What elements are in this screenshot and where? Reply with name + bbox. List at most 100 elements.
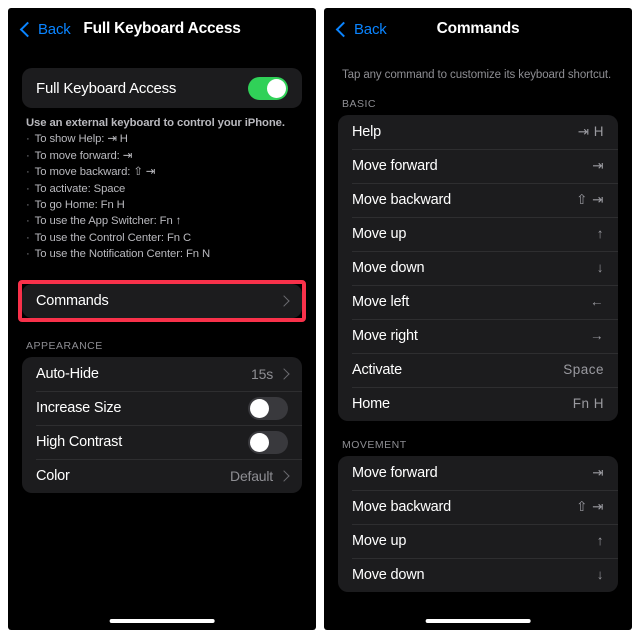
back-button-label: Back <box>38 20 71 38</box>
commands-card: Commands <box>22 284 302 319</box>
command-label: Move backward <box>352 191 451 208</box>
row-high-contrast[interactable]: High Contrast <box>22 425 302 459</box>
command-row-home[interactable]: Home Fn H <box>338 386 618 421</box>
command-row-move-backward[interactable]: Move backward ⇧ ⇥ <box>338 489 618 524</box>
back-button[interactable]: Back <box>19 20 71 38</box>
command-shortcut: ⇧ ⇥ <box>576 191 604 207</box>
instruction-text: To activate: Space <box>34 182 126 195</box>
bullet-icon: · <box>26 215 30 228</box>
command-row-move-down[interactable]: Move down ↓ <box>338 250 618 285</box>
commands-row-highlight: Commands <box>18 280 306 323</box>
command-label: Move left <box>352 293 410 310</box>
commands-hint-text: Tap any command to customize its keyboar… <box>342 69 612 81</box>
section-header-appearance: APPEARANCE <box>26 340 103 353</box>
command-label: Move down <box>352 259 425 276</box>
instruction-text: To show Help: ⇥ H <box>34 133 128 146</box>
bullet-icon: · <box>26 149 30 162</box>
command-shortcut: ↓ <box>596 567 604 583</box>
toggle-knob <box>250 398 269 418</box>
instruction-item: · To use the Control Center: Fn C <box>26 230 298 246</box>
command-label: Activate <box>352 361 402 378</box>
toggle-knob <box>267 78 286 98</box>
section-header-basic: BASIC <box>342 97 377 110</box>
command-label: Move forward <box>352 464 438 481</box>
command-shortcut: ← <box>590 294 604 310</box>
row-accessory: Default <box>230 468 290 484</box>
command-row-move-down[interactable]: Move down ↓ <box>338 557 618 592</box>
right-screen-content: Tap any command to customize its keyboar… <box>324 50 632 630</box>
row-label: High Contrast <box>36 434 123 451</box>
command-shortcut: ⇥ <box>592 464 604 480</box>
full-keyboard-access-toggle[interactable] <box>248 76 288 100</box>
command-shortcut: ↑ <box>596 533 604 549</box>
command-label: Move up <box>352 225 407 242</box>
instruction-item: · To move backward: ⇧ ⇥ <box>26 164 298 180</box>
row-color[interactable]: Color Default <box>22 459 302 493</box>
back-button-label: Back <box>354 20 387 38</box>
command-row-move-forward[interactable]: Move forward ⇥ <box>338 456 618 490</box>
section-header-movement: MOVEMENT <box>342 438 407 451</box>
command-row-activate[interactable]: Activate Space <box>338 352 618 387</box>
command-row-move-left[interactable]: Move left ← <box>338 284 618 319</box>
command-row-move-backward[interactable]: Move backward ⇧ ⇥ <box>338 182 618 217</box>
full-keyboard-access-card: Full Keyboard Access <box>22 68 302 108</box>
command-row-help[interactable]: Help ⇥ H <box>338 115 618 149</box>
row-label: Color <box>36 468 70 485</box>
left-nav-bar: Back Full Keyboard Access <box>8 8 316 50</box>
bullet-icon: · <box>26 198 30 211</box>
row-auto-hide[interactable]: Auto-Hide 15s <box>22 357 302 391</box>
command-row-move-right[interactable]: Move right → <box>338 318 618 353</box>
home-indicator <box>109 618 215 623</box>
right-nav-bar: Back Commands <box>324 8 632 50</box>
instruction-text: To move backward: ⇧ ⇥ <box>34 166 156 179</box>
instruction-item: · To go Home: Fn H <box>26 197 298 213</box>
chevron-right-icon <box>278 470 290 483</box>
row-label: Increase Size <box>36 400 122 417</box>
bullet-icon: · <box>26 166 30 179</box>
row-value: 15s <box>251 366 273 383</box>
row-label: Full Keyboard Access <box>36 79 177 97</box>
bullet-icon: · <box>26 182 30 195</box>
instruction-item: · To show Help: ⇥ H <box>26 131 298 147</box>
command-row-move-up[interactable]: Move up ↑ <box>338 216 618 251</box>
instruction-item: · To use the Notification Center: Fn N <box>26 246 298 262</box>
row-accessory: 15s <box>251 366 290 383</box>
command-label: Home <box>352 395 390 412</box>
command-row-move-up[interactable]: Move up ↑ <box>338 523 618 558</box>
home-indicator <box>425 618 531 623</box>
instruction-text: To move forward: ⇥ <box>34 149 133 162</box>
command-shortcut: → <box>590 328 604 344</box>
row-commands[interactable]: Commands <box>22 284 302 318</box>
command-shortcut: ↑ <box>596 226 604 242</box>
increase-size-toggle[interactable] <box>248 396 288 420</box>
back-button[interactable]: Back <box>335 20 387 38</box>
row-full-keyboard-access[interactable]: Full Keyboard Access <box>22 68 302 108</box>
bullet-icon: · <box>26 231 30 244</box>
chevron-right-icon <box>278 295 290 308</box>
command-shortcut: ⇥ <box>592 157 604 173</box>
command-label: Move right <box>352 327 418 344</box>
row-label: Auto-Hide <box>36 366 99 383</box>
command-row-move-forward[interactable]: Move forward ⇥ <box>338 148 618 183</box>
command-shortcut: ⇥ H <box>577 123 604 139</box>
left-screen-content: Full Keyboard Access Use an external key… <box>8 50 316 630</box>
instruction-text: To use the Notification Center: Fn N <box>34 248 211 260</box>
high-contrast-toggle[interactable] <box>248 430 288 454</box>
instruction-item: · To use the App Switcher: Fn ↑ <box>26 213 298 229</box>
left-phone-screenshot: Back Full Keyboard Access Full Keyboard … <box>8 8 316 630</box>
command-label: Move forward <box>352 157 438 174</box>
instructions-block: Use an external keyboard to control your… <box>22 108 302 262</box>
command-label: Move backward <box>352 498 451 515</box>
command-shortcut: ⇧ ⇥ <box>576 498 604 514</box>
bullet-icon: · <box>26 248 30 260</box>
toggle-knob <box>250 432 269 452</box>
appearance-card: Auto-Hide 15s Increase Size High Contras… <box>22 357 302 494</box>
chevron-left-icon <box>335 21 352 37</box>
chevron-left-icon <box>19 21 36 37</box>
row-label: Commands <box>36 293 109 310</box>
instruction-text: To use the App Switcher: Fn ↑ <box>34 215 182 228</box>
row-increase-size[interactable]: Increase Size <box>22 391 302 425</box>
right-phone-screenshot: Back Commands Tap any command to customi… <box>324 8 632 630</box>
command-label: Move down <box>352 566 425 583</box>
basic-commands-card: Help ⇥ H Move forward ⇥ Move backward ⇧ … <box>338 114 618 421</box>
